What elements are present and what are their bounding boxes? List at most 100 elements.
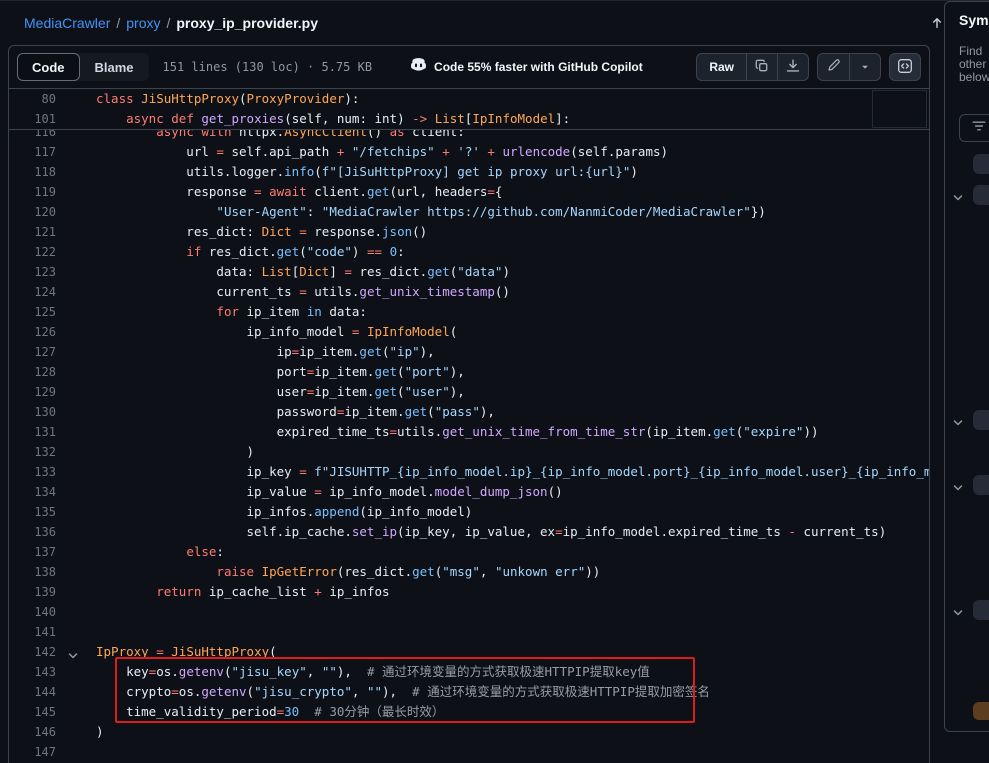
- code-line: 133 ip_key = f"JISUHTTP_{ip_info_model.i…: [9, 462, 929, 482]
- line-number[interactable]: 147: [9, 742, 56, 762]
- chevron-down-icon: [860, 60, 870, 75]
- line-number[interactable]: 134: [9, 482, 56, 502]
- copy-icon: [754, 58, 770, 77]
- line-number[interactable]: 136: [9, 522, 56, 542]
- code-line: 123 data: List[Dict] = res_dict.get("dat…: [9, 262, 929, 282]
- edit-button[interactable]: [818, 54, 849, 80]
- line-number[interactable]: 132: [9, 442, 56, 462]
- chevron-down-icon[interactable]: [953, 415, 963, 433]
- line-number[interactable]: 133: [9, 462, 56, 482]
- line-number[interactable]: 138: [9, 562, 56, 582]
- symbol-item-stub[interactable]: [973, 600, 989, 620]
- line-number[interactable]: 124: [9, 282, 56, 302]
- line-number[interactable]: 129: [9, 382, 56, 402]
- line-number[interactable]: 137: [9, 542, 56, 562]
- symbol-item-stub[interactable]: [973, 154, 989, 174]
- line-number[interactable]: 127: [9, 342, 56, 362]
- line-number[interactable]: 143: [9, 662, 56, 682]
- symbol-item-stub[interactable]: [973, 410, 989, 430]
- code-text: password=ip_item.get("pass"),: [56, 402, 495, 422]
- line-number[interactable]: 130: [9, 402, 56, 422]
- code-line: 135 ip_infos.append(ip_info_model): [9, 502, 929, 522]
- code-text: response = await client.get(url, headers…: [56, 182, 502, 202]
- toolbar-actions: Raw: [696, 53, 921, 81]
- line-number[interactable]: 144: [9, 682, 56, 702]
- symbols-panel: Symbols Find other below: [944, 1, 989, 732]
- symbol-list-item: [945, 702, 989, 722]
- symbol-item-stub[interactable]: [973, 702, 989, 720]
- line-number[interactable]: 128: [9, 362, 56, 382]
- code-line: 141: [9, 622, 929, 642]
- edit-button-group: [817, 53, 881, 81]
- code-text: [56, 622, 96, 642]
- code-line: 143 key=os.getenv("jisu_key", ""), # 通过环…: [9, 662, 929, 682]
- line-number[interactable]: 140: [9, 602, 56, 622]
- chevron-down-icon[interactable]: [953, 480, 963, 498]
- tab-blame[interactable]: Blame: [80, 53, 149, 81]
- code-line: 137 else:: [9, 542, 929, 562]
- edit-dropdown-button[interactable]: [849, 54, 880, 80]
- line-number[interactable]: 118: [9, 162, 56, 182]
- code-text: user=ip_item.get("user"),: [56, 382, 465, 402]
- code-line: 124 current_ts = utils.get_unix_timestam…: [9, 282, 929, 302]
- symbol-item-stub[interactable]: [973, 185, 989, 205]
- line-number[interactable]: 125: [9, 302, 56, 322]
- line-number[interactable]: 119: [9, 182, 56, 202]
- code-text: time_validity_period=30 # 30分钟（最长时效）: [56, 702, 444, 722]
- code-line: 121 res_dict: Dict = response.json(): [9, 222, 929, 242]
- code-line: 120 "User-Agent": "MediaCrawler https://…: [9, 202, 929, 222]
- code-text: key=os.getenv("jisu_key", ""), # 通过环境变量的…: [56, 662, 650, 682]
- code-text: current_ts = utils.get_unix_timestamp(): [56, 282, 510, 302]
- line-number[interactable]: 80: [9, 89, 56, 109]
- copy-button[interactable]: [746, 54, 777, 80]
- line-number[interactable]: 116: [9, 130, 56, 142]
- line-number[interactable]: 135: [9, 502, 56, 522]
- code-text: class JiSuHttpProxy(ProxyProvider):: [56, 89, 359, 109]
- line-number[interactable]: 139: [9, 582, 56, 602]
- code-line: 125 for ip_item in data:: [9, 302, 929, 322]
- code-line: 119 response = await client.get(url, hea…: [9, 182, 929, 202]
- line-number[interactable]: 145: [9, 702, 56, 722]
- line-number[interactable]: 120: [9, 202, 56, 222]
- download-icon: [785, 58, 801, 77]
- line-number[interactable]: 141: [9, 622, 56, 642]
- line-number[interactable]: 142: [9, 642, 56, 662]
- line-number[interactable]: 123: [9, 262, 56, 282]
- line-number[interactable]: 121: [9, 222, 56, 242]
- code-text: "User-Agent": "MediaCrawler https://gith…: [56, 202, 766, 222]
- line-number[interactable]: 146: [9, 722, 56, 742]
- line-number[interactable]: 126: [9, 322, 56, 342]
- chevron-down-icon[interactable]: [953, 605, 963, 623]
- symbols-panel-toggle[interactable]: [889, 53, 921, 81]
- code-text: ip_value = ip_info_model.model_dump_json…: [56, 482, 563, 502]
- code-text: [56, 602, 96, 622]
- line-number[interactable]: 117: [9, 142, 56, 162]
- code-text: async with httpx.AsyncClient() as client…: [56, 130, 465, 142]
- symbols-filter-input[interactable]: [959, 114, 989, 142]
- file-toolbar: Code Blame 151 lines (130 loc) · 5.75 KB…: [9, 46, 929, 89]
- breadcrumb-folder-link[interactable]: proxy: [126, 15, 160, 31]
- file-container: Code Blame 151 lines (130 loc) · 5.75 KB…: [8, 45, 930, 763]
- raw-button[interactable]: Raw: [697, 54, 746, 80]
- breadcrumb-repo-link[interactable]: MediaCrawler: [24, 15, 110, 31]
- chevron-down-icon[interactable]: [953, 190, 963, 208]
- symbol-item-stub[interactable]: [973, 475, 989, 495]
- line-number[interactable]: 101: [9, 109, 56, 129]
- code-text: self.ip_cache.set_ip(ip_key, ip_value, e…: [56, 522, 886, 542]
- code-line: 130 password=ip_item.get("pass"),: [9, 402, 929, 422]
- code-text: ip_info_model = IpInfoModel(: [56, 322, 457, 342]
- pencil-icon: [826, 58, 841, 76]
- code-line: 129 user=ip_item.get("user"),: [9, 382, 929, 402]
- line-number[interactable]: 131: [9, 422, 56, 442]
- line-number[interactable]: 122: [9, 242, 56, 262]
- code-line: 131 expired_time_ts=utils.get_unix_time_…: [9, 422, 929, 442]
- fold-chevron-icon[interactable]: [68, 647, 80, 657]
- copilot-banner[interactable]: Code 55% faster with GitHub Copilot: [410, 56, 643, 78]
- tab-code[interactable]: Code: [17, 53, 80, 81]
- code-text: return ip_cache_list + ip_infos: [56, 582, 390, 602]
- scrollbar-corner[interactable]: [872, 90, 927, 128]
- code-text: [56, 742, 96, 762]
- symbols-panel-heading: Symbols: [959, 12, 989, 28]
- download-button[interactable]: [777, 54, 808, 80]
- code-text: ): [56, 722, 104, 742]
